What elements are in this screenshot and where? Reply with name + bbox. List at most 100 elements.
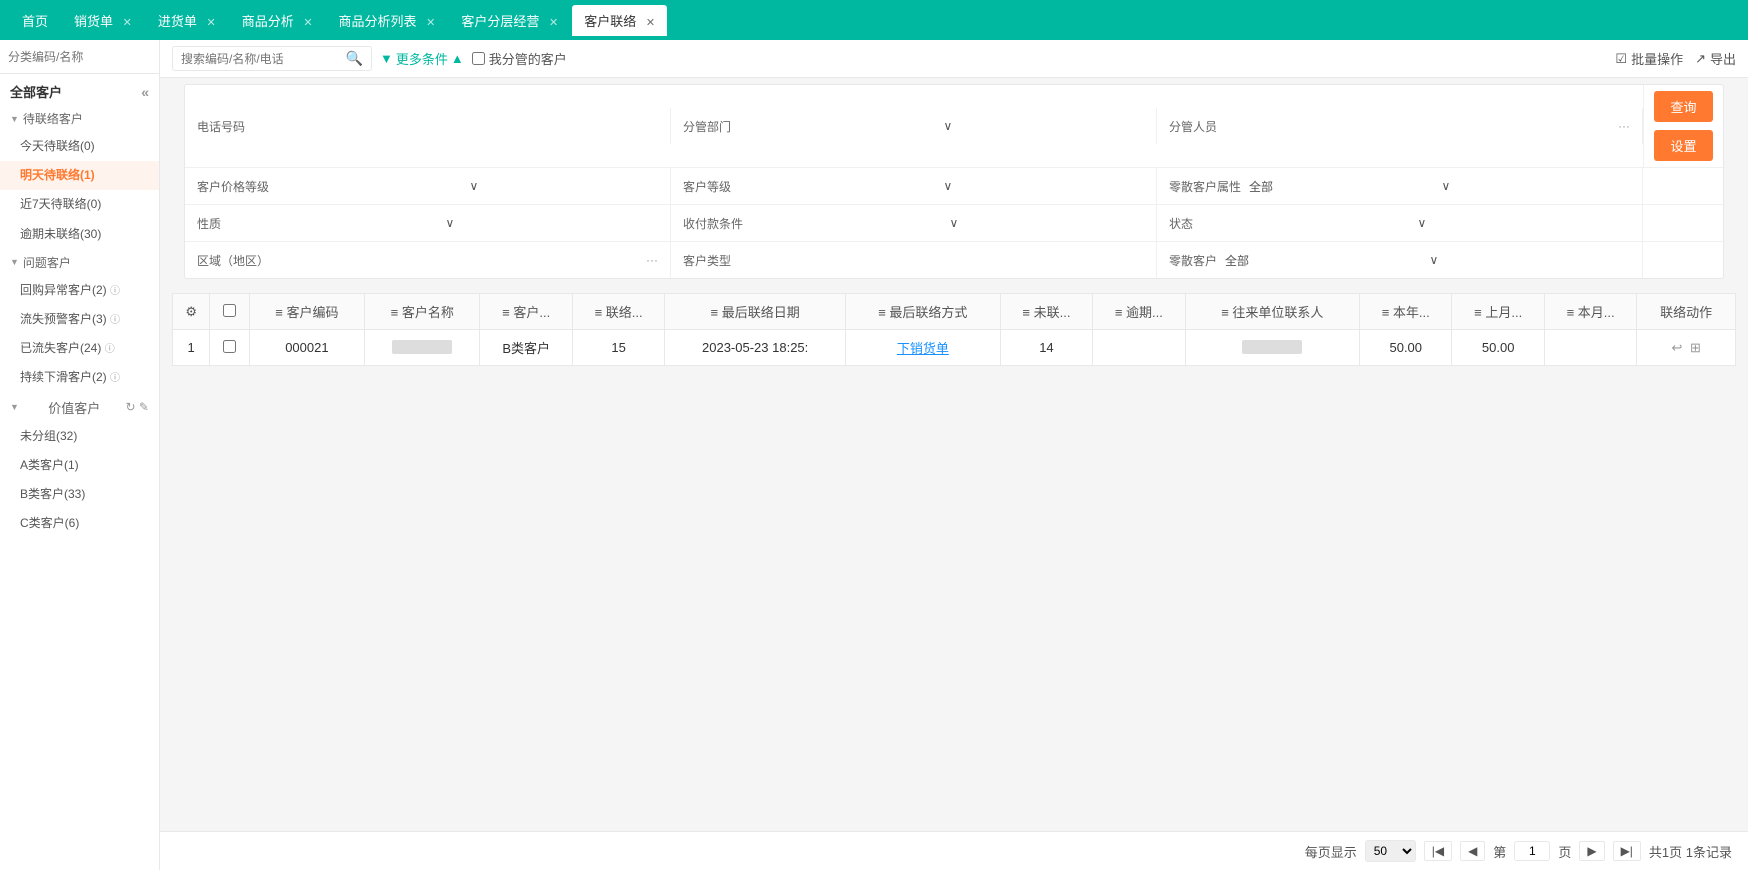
- col-type[interactable]: ≡ 客户...: [480, 294, 572, 330]
- customer-level-label: 客户等级: [683, 178, 731, 195]
- sidebar-item-7days[interactable]: 近7天待联络(0): [0, 190, 159, 219]
- search-input[interactable]: [181, 52, 342, 66]
- filter-cell-dept: 分管部门 ∨: [671, 108, 1157, 144]
- my-customers-checkbox[interactable]: [472, 52, 485, 65]
- sidebar-item-abnormal[interactable]: 回购异常客户(2) ⓘ: [0, 276, 159, 305]
- nav-sales[interactable]: 销货单 ✕: [62, 5, 144, 36]
- col-last-month[interactable]: ≡ 上月...: [1452, 294, 1544, 330]
- retail-attr-dropdown[interactable]: 全部 ∨: [1249, 178, 1630, 195]
- nav-customer-contact[interactable]: 客户联络 ✕: [572, 5, 667, 36]
- retail-attr-label: 零散客户属性: [1169, 178, 1241, 195]
- last-page-btn[interactable]: ▶|: [1613, 841, 1641, 861]
- table-row: 1 000021 B类客户 15 2023-05-23 18:25: 下销货单 …: [173, 330, 1736, 366]
- col-code[interactable]: ≡ 客户编码: [249, 294, 364, 330]
- row-name: [365, 330, 480, 366]
- sidebar-item-class-a[interactable]: A类客户(1): [0, 451, 159, 480]
- sidebar-search-input[interactable]: [8, 50, 160, 64]
- sidebar-item-churn-warning[interactable]: 流失预警客户(3) ⓘ: [0, 305, 159, 334]
- col-unit-contact[interactable]: ≡ 往来单位联系人: [1185, 294, 1359, 330]
- sidebar-group-pending[interactable]: 待联络客户: [0, 105, 159, 132]
- page-input[interactable]: [1514, 841, 1550, 861]
- filter-cell-phone: 电话号码: [185, 108, 671, 144]
- sidebar-group-value[interactable]: 价值客户 ↻ ✎: [0, 393, 159, 422]
- main-layout: 🔍 全部客户 « 待联络客户 今天待联络(0) 明天待联络(1) 近7天待联络(…: [0, 40, 1748, 870]
- nature-dropdown[interactable]: ∨: [229, 216, 658, 230]
- sidebar-item-tomorrow[interactable]: 明天待联络(1): [0, 161, 159, 190]
- close-icon[interactable]: ✕: [206, 17, 215, 29]
- row-type: B类客户: [480, 330, 572, 366]
- col-this-year[interactable]: ≡ 本年...: [1360, 294, 1452, 330]
- action-icon-1[interactable]: ↩: [1671, 340, 1682, 355]
- query-button[interactable]: 查询: [1654, 91, 1712, 122]
- filter-row-4: 区域（地区） ··· 客户类型 零散客户 全部 ∨: [185, 242, 1723, 278]
- row-this-year: 50.00: [1360, 330, 1452, 366]
- action-icon-2[interactable]: ⊞: [1690, 340, 1701, 355]
- checkbox-icon: ☑: [1615, 51, 1627, 67]
- price-level-dropdown[interactable]: ∨: [277, 179, 658, 193]
- more-filter-btn[interactable]: ▼ 更多条件 ▲: [380, 49, 464, 68]
- person-label: 分管人员: [1169, 118, 1217, 135]
- col-overdue[interactable]: ≡ 逾期...: [1093, 294, 1185, 330]
- phone-label: 电话号码: [197, 118, 245, 135]
- next-page-btn[interactable]: ▶: [1579, 841, 1604, 861]
- settings-button[interactable]: 设置: [1654, 130, 1712, 161]
- prev-page-btn[interactable]: ◀: [1460, 841, 1485, 861]
- col-no-contact[interactable]: ≡ 未联...: [1000, 294, 1092, 330]
- nature-label: 性质: [197, 215, 221, 232]
- close-icon[interactable]: ✕: [426, 17, 435, 29]
- col-contact-count[interactable]: ≡ 联络...: [572, 294, 664, 330]
- ellipsis-icon[interactable]: ···: [1618, 119, 1630, 133]
- close-icon[interactable]: ✕: [303, 17, 312, 29]
- col-this-month[interactable]: ≡ 本月...: [1544, 294, 1636, 330]
- sidebar-item-overdue[interactable]: 逾期未联络(30): [0, 220, 159, 249]
- nav-product-analysis[interactable]: 商品分析 ✕: [230, 5, 325, 36]
- sidebar-item-class-b[interactable]: B类客户(33): [0, 480, 159, 509]
- row-last-contact-method: 下销货单: [845, 330, 1000, 366]
- phone-input[interactable]: [253, 119, 658, 133]
- close-icon[interactable]: ✕: [549, 17, 558, 29]
- collapse-icon[interactable]: «: [141, 84, 149, 100]
- sidebar-item-today[interactable]: 今天待联络(0): [0, 132, 159, 161]
- select-all-checkbox[interactable]: [223, 304, 236, 317]
- sidebar-group-problem[interactable]: 问题客户: [0, 249, 159, 276]
- filter-cell-status: 状态 ∨: [1157, 205, 1643, 241]
- col-name[interactable]: ≡ 客户名称: [365, 294, 480, 330]
- status-dropdown[interactable]: ∨: [1201, 216, 1630, 230]
- nav-purchase[interactable]: 进货单 ✕: [146, 5, 228, 36]
- per-page-select[interactable]: 50 100 200: [1365, 840, 1416, 862]
- close-icon[interactable]: ✕: [646, 17, 655, 29]
- col-settings[interactable]: ⚙: [173, 294, 210, 330]
- contact-method-link[interactable]: 下销货单: [897, 341, 949, 356]
- chevron-down-icon: ∨: [944, 119, 1145, 133]
- nav-customer-tier[interactable]: 客户分层经营 ✕: [449, 5, 570, 36]
- filter-right-actions: ☑ 批量操作 ↗ 导出: [1615, 49, 1736, 68]
- col-last-contact-date[interactable]: ≡ 最后联络日期: [665, 294, 846, 330]
- row-select-checkbox[interactable]: [223, 340, 236, 353]
- table-wrap: ⚙ ≡ 客户编码 ≡ 客户名称 ≡ 客户... ≡ 联络... ≡ 最后联络日期…: [160, 285, 1748, 831]
- col-last-contact-method[interactable]: ≡ 最后联络方式: [845, 294, 1000, 330]
- customer-type-input[interactable]: [739, 253, 1144, 267]
- payment-dropdown[interactable]: ∨: [751, 216, 1144, 230]
- payment-label: 收付款条件: [683, 215, 743, 232]
- retail-customer-dropdown[interactable]: 全部 ∨: [1225, 252, 1630, 269]
- sidebar-item-ungrouped[interactable]: 未分组(32): [0, 422, 159, 451]
- sidebar-item-class-c[interactable]: C类客户(6): [0, 509, 159, 538]
- export-btn[interactable]: ↗ 导出: [1695, 49, 1736, 68]
- search-input-wrap: 🔍: [172, 46, 372, 71]
- nav-home[interactable]: 首页: [10, 5, 60, 36]
- search-icon[interactable]: 🔍: [346, 50, 363, 67]
- ellipsis-icon[interactable]: ···: [646, 253, 658, 267]
- filter-cell-price-level: 客户价格等级 ∨: [185, 168, 671, 204]
- sidebar-item-churned[interactable]: 已流失客户(24) ⓘ: [0, 334, 159, 363]
- row-contact-count: 15: [572, 330, 664, 366]
- first-page-btn[interactable]: |◀: [1424, 841, 1452, 861]
- filter-icon: ▼: [380, 51, 393, 66]
- sidebar-item-declining[interactable]: 持续下滑客户(2) ⓘ: [0, 363, 159, 392]
- row-action: ↩ ⊞: [1637, 330, 1736, 366]
- close-icon[interactable]: ✕: [123, 17, 132, 29]
- nav-product-analysis-list[interactable]: 商品分析列表 ✕: [327, 5, 448, 36]
- batch-operation-btn[interactable]: ☑ 批量操作: [1615, 49, 1683, 68]
- customer-level-dropdown[interactable]: ∨: [739, 179, 1144, 193]
- dept-dropdown[interactable]: ∨: [739, 119, 1144, 133]
- col-checkbox: [210, 294, 249, 330]
